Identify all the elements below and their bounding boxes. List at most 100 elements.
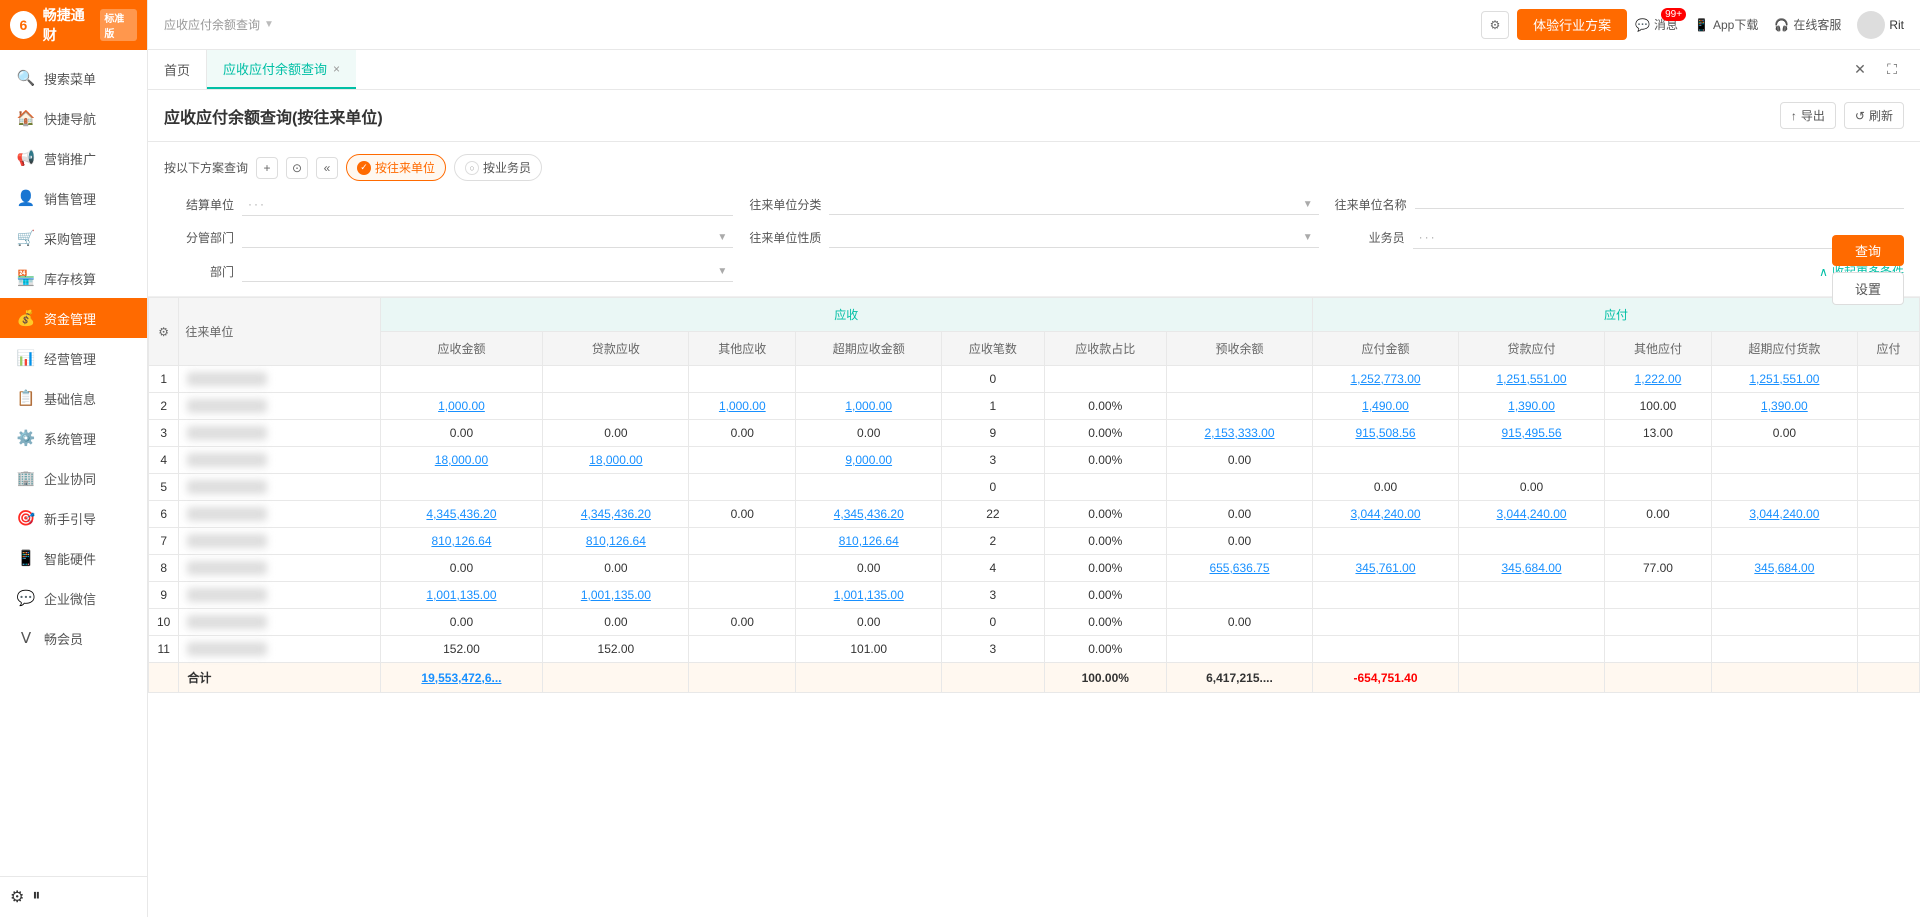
prepay-cell[interactable]: 2,153,333.00: [1166, 420, 1312, 447]
loan-ar-cell[interactable]: 0.00: [543, 555, 689, 582]
sidebar-item-inventory[interactable]: 🏪 库存核算: [0, 258, 147, 298]
loan-ar-cell[interactable]: 4,345,436.20: [543, 501, 689, 528]
other-ap-cell[interactable]: 100.00: [1605, 393, 1712, 420]
other-ar-cell[interactable]: 0.00: [689, 609, 796, 636]
overdue-ar-cell[interactable]: 101.00: [796, 636, 942, 663]
ap-amount-cell[interactable]: 0.00: [1313, 474, 1459, 501]
ar-amount-cell[interactable]: 0.00: [380, 555, 543, 582]
sidebar-item-operations[interactable]: 📊 经营管理: [0, 338, 147, 378]
app-download-button[interactable]: 📱 App下载: [1694, 16, 1758, 33]
loan-ap-cell[interactable]: 0.00: [1459, 474, 1605, 501]
overdue-ap-cell[interactable]: 3,044,240.00: [1711, 501, 1857, 528]
ap-amount-cell[interactable]: 915,508.56: [1313, 420, 1459, 447]
filter-settings-button[interactable]: ⊙: [286, 157, 308, 179]
sidebar-item-search[interactable]: 🔍 搜索菜单: [0, 58, 147, 98]
other-ap-cell[interactable]: 77.00: [1605, 555, 1712, 582]
prepay-cell[interactable]: 655,636.75: [1166, 555, 1312, 582]
query-button[interactable]: 查询: [1832, 235, 1904, 266]
sidebar-item-system[interactable]: ⚙️ 系统管理: [0, 418, 147, 458]
ar-amount-cell[interactable]: 152.00: [380, 636, 543, 663]
overdue-ar-cell[interactable]: 0.00: [796, 555, 942, 582]
topbar-gear-button[interactable]: ⚙: [1481, 11, 1509, 39]
table-settings-icon[interactable]: ⚙: [155, 325, 172, 339]
user-area[interactable]: Rit: [1857, 11, 1904, 39]
prepay-cell[interactable]: 0.00: [1166, 447, 1312, 474]
salesperson-input[interactable]: ···: [1413, 226, 1904, 249]
sidebar-item-marketing[interactable]: 📢 营销推广: [0, 138, 147, 178]
filter-add-button[interactable]: +: [256, 157, 278, 179]
loan-ar-cell[interactable]: 810,126.64: [543, 528, 689, 555]
loan-ar-cell[interactable]: 1,001,135.00: [543, 582, 689, 609]
overdue-ar-cell[interactable]: 1,001,135.00: [796, 582, 942, 609]
sidebar-item-member[interactable]: Ⅴ 畅会员: [0, 618, 147, 658]
loan-ar-cell[interactable]: 0.00: [543, 609, 689, 636]
total-ar-amount[interactable]: 19,553,472,6...: [380, 663, 543, 693]
other-ap-cell[interactable]: 0.00: [1605, 501, 1712, 528]
overdue-ar-cell[interactable]: 1,000.00: [796, 393, 942, 420]
export-button[interactable]: ↑ 导出: [1780, 102, 1836, 129]
sidebar-item-enterprise[interactable]: 🏢 企业协同: [0, 458, 147, 498]
ar-amount-cell[interactable]: 1,001,135.00: [380, 582, 543, 609]
prepay-cell[interactable]: 0.00: [1166, 528, 1312, 555]
loan-ap-cell[interactable]: 3,044,240.00: [1459, 501, 1605, 528]
sidebar-item-basic[interactable]: 📋 基础信息: [0, 378, 147, 418]
subdept-input[interactable]: ▼: [242, 262, 733, 282]
overdue-ar-cell[interactable]: 9,000.00: [796, 447, 942, 474]
sidebar-item-hardware[interactable]: 📱 智能硬件: [0, 538, 147, 578]
prepay-cell[interactable]: 0.00: [1166, 501, 1312, 528]
tab-maximize-icon[interactable]: ⛶: [1880, 58, 1904, 82]
dept-input[interactable]: ▼: [242, 228, 733, 248]
filter-collapse-button[interactable]: «: [316, 157, 338, 179]
ar-amount-cell[interactable]: 0.00: [380, 420, 543, 447]
tab-home[interactable]: 首页: [148, 50, 207, 89]
other-ar-cell[interactable]: 0.00: [689, 501, 796, 528]
filter-option-partner[interactable]: ✓ 按往来单位: [346, 154, 446, 181]
partner-category-input[interactable]: ▼: [829, 195, 1318, 215]
other-ap-cell[interactable]: 13.00: [1605, 420, 1712, 447]
message-button[interactable]: 💬 消息 99+: [1635, 16, 1678, 33]
sidebar-item-finance[interactable]: 💰 资金管理: [0, 298, 147, 338]
loan-ar-cell[interactable]: 18,000.00: [543, 447, 689, 474]
ar-amount-cell[interactable]: 1,000.00: [380, 393, 543, 420]
overdue-ap-cell[interactable]: 345,684.00: [1711, 555, 1857, 582]
ap-amount-cell[interactable]: 345,761.00: [1313, 555, 1459, 582]
sidebar-collapse-icon[interactable]: ⏸: [32, 887, 40, 907]
settings-gear-icon[interactable]: ⚙: [10, 887, 24, 907]
overdue-ar-cell[interactable]: 4,345,436.20: [796, 501, 942, 528]
ar-amount-cell[interactable]: 810,126.64: [380, 528, 543, 555]
overdue-ar-cell[interactable]: 0.00: [796, 609, 942, 636]
partner-name-input[interactable]: [1415, 200, 1904, 209]
tab-close-icon[interactable]: ×: [333, 62, 340, 76]
overdue-ap-cell[interactable]: 1,390.00: [1711, 393, 1857, 420]
partner-nature-input[interactable]: ▼: [829, 228, 1318, 248]
ar-amount-cell[interactable]: 4,345,436.20: [380, 501, 543, 528]
tab-ar-query[interactable]: 应收应付余额查询 ×: [207, 50, 356, 89]
prepay-cell[interactable]: 0.00: [1166, 609, 1312, 636]
other-ar-cell[interactable]: 0.00: [689, 420, 796, 447]
other-ap-cell[interactable]: 1,222.00: [1605, 366, 1712, 393]
overdue-ap-cell[interactable]: 1,251,551.00: [1711, 366, 1857, 393]
solution-button[interactable]: 体验行业方案: [1517, 9, 1627, 40]
sidebar-item-purchase[interactable]: 🛒 采购管理: [0, 218, 147, 258]
loan-ap-cell[interactable]: 1,390.00: [1459, 393, 1605, 420]
other-ar-cell[interactable]: 1,000.00: [689, 393, 796, 420]
filter-option-salesperson[interactable]: ○ 按业务员: [454, 154, 542, 181]
ap-amount-cell[interactable]: 1,252,773.00: [1313, 366, 1459, 393]
overdue-ar-cell[interactable]: 0.00: [796, 420, 942, 447]
sidebar-item-quicknav[interactable]: 🏠 快捷导航: [0, 98, 147, 138]
overdue-ap-cell[interactable]: 0.00: [1711, 420, 1857, 447]
ar-amount-cell[interactable]: 0.00: [380, 609, 543, 636]
ap-amount-cell[interactable]: 3,044,240.00: [1313, 501, 1459, 528]
loan-ap-cell[interactable]: 915,495.56: [1459, 420, 1605, 447]
online-service-button[interactable]: 🎧 在线客服: [1774, 16, 1841, 33]
sidebar-item-guide[interactable]: 🎯 新手引导: [0, 498, 147, 538]
loan-ap-cell[interactable]: 1,251,551.00: [1459, 366, 1605, 393]
ap-amount-cell[interactable]: 1,490.00: [1313, 393, 1459, 420]
overdue-ar-cell[interactable]: 810,126.64: [796, 528, 942, 555]
loan-ap-cell[interactable]: 345,684.00: [1459, 555, 1605, 582]
loan-ar-cell[interactable]: 152.00: [543, 636, 689, 663]
sidebar-item-wechat[interactable]: 💬 企业微信: [0, 578, 147, 618]
ar-amount-cell[interactable]: 18,000.00: [380, 447, 543, 474]
settlement-input[interactable]: ···: [242, 193, 733, 216]
tab-close-window-icon[interactable]: ✕: [1848, 58, 1872, 82]
